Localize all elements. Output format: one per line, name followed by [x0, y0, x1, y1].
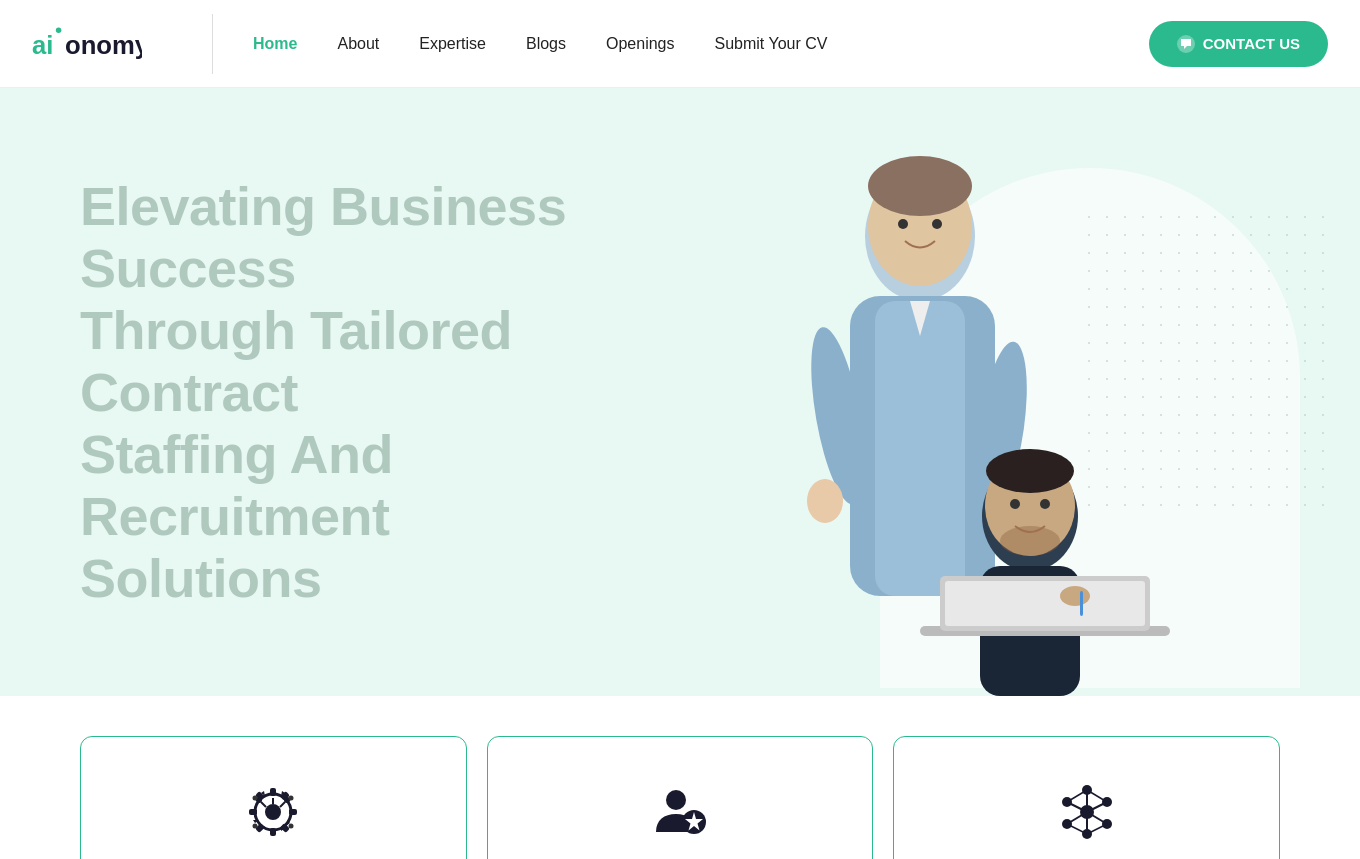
navbar: ai onomy Home About Expertise Blogs Open… [0, 0, 1360, 88]
svg-point-18 [986, 449, 1074, 493]
network-nodes-icon [1057, 782, 1117, 842]
chat-icon [1177, 35, 1195, 53]
feature-card-tailored-strategies: Tailored Strategies [487, 736, 874, 859]
svg-point-28 [265, 804, 281, 820]
svg-point-46 [666, 790, 686, 810]
nav-divider [212, 14, 213, 74]
svg-rect-24 [945, 581, 1145, 626]
svg-point-43 [253, 796, 258, 801]
hero-title: Elevating Business Success Through Tailo… [80, 175, 680, 610]
cards-section: Specialized Sectors Tailored Strategies [0, 696, 1360, 859]
svg-rect-34 [270, 788, 276, 796]
hero-people-svg [720, 136, 1200, 696]
logo: ai onomy [32, 24, 172, 64]
svg-point-25 [1060, 586, 1090, 606]
nav-submit-cv[interactable]: Submit Your CV [715, 35, 828, 53]
feature-card-extensive-network: Extensive Network [893, 736, 1280, 859]
svg-line-63 [1087, 790, 1107, 802]
extensive-network-icon-wrap [1052, 777, 1122, 847]
svg-rect-5 [875, 301, 965, 596]
svg-point-45 [289, 824, 294, 829]
svg-point-13 [898, 219, 908, 229]
svg-point-19 [1000, 526, 1060, 556]
svg-point-21 [1040, 499, 1050, 509]
tailored-strategies-icon-wrap [645, 777, 715, 847]
nav-openings[interactable]: Openings [606, 35, 675, 53]
feature-card-specialized-sectors: Specialized Sectors [80, 736, 467, 859]
user-star-icon [650, 782, 710, 842]
svg-line-32 [261, 802, 266, 807]
nav-about[interactable]: About [337, 35, 379, 53]
svg-line-62 [1067, 790, 1087, 802]
svg-point-42 [289, 796, 294, 801]
nav-expertise[interactable]: Expertise [419, 35, 486, 53]
svg-point-44 [253, 824, 258, 829]
nav-blogs[interactable]: Blogs [526, 35, 566, 53]
svg-point-9 [807, 479, 843, 523]
hero-image [800, 136, 1280, 696]
svg-point-14 [932, 219, 942, 229]
svg-line-30 [280, 802, 285, 807]
gear-circuit-icon [243, 782, 303, 842]
hero-section: Elevating Business Success Through Tailo… [0, 88, 1360, 696]
svg-rect-26 [1080, 591, 1083, 616]
specialized-sectors-icon-wrap [238, 777, 308, 847]
svg-rect-40 [280, 823, 290, 833]
svg-line-64 [1067, 824, 1087, 834]
contact-button-label: CONTACT US [1203, 35, 1300, 52]
svg-point-20 [1010, 499, 1020, 509]
svg-rect-37 [289, 809, 297, 815]
nav-links: Home About Expertise Blogs Openings Subm… [253, 35, 1149, 53]
svg-point-12 [868, 156, 972, 216]
svg-rect-35 [270, 828, 276, 836]
contact-us-button[interactable]: CONTACT US [1149, 21, 1328, 67]
svg-rect-36 [249, 809, 257, 815]
svg-text:onomy: onomy [65, 31, 142, 59]
svg-text:ai: ai [32, 31, 53, 59]
hero-content: Elevating Business Success Through Tailo… [0, 175, 680, 610]
svg-point-2 [56, 27, 62, 33]
svg-line-65 [1087, 824, 1107, 834]
nav-home[interactable]: Home [253, 35, 297, 53]
